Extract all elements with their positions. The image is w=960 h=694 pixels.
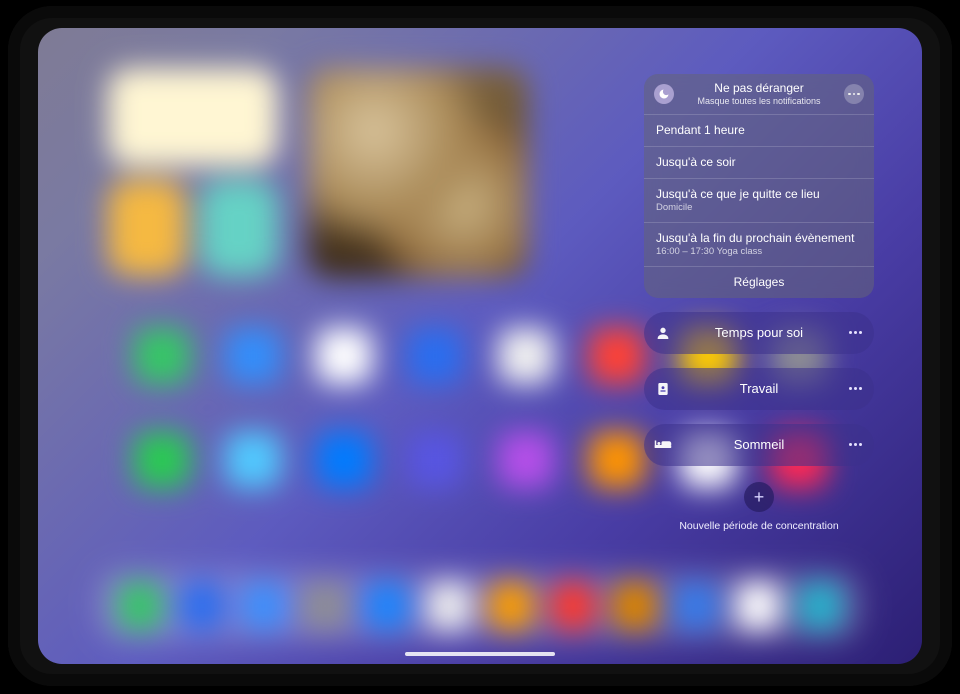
dock-app-icon: [180, 582, 224, 630]
dnd-settings-label: Réglages: [734, 275, 785, 289]
dnd-option-label: Jusqu'à ce soir: [656, 155, 862, 170]
dnd-option-leave-location[interactable]: Jusqu'à ce que je quitte ce lieu Domicil…: [644, 178, 874, 222]
app-icon: [407, 432, 463, 488]
dnd-card: Ne pas déranger Masque toutes les notifi…: [644, 74, 874, 298]
dock-app-icon: [551, 582, 595, 630]
dnd-option-label: Jusqu'à la fin du prochain évènement: [656, 231, 862, 246]
widget-small-a: [108, 180, 186, 276]
widget-small-b: [200, 180, 278, 276]
focus-mode-label: Temps pour soi: [672, 325, 846, 340]
dnd-more-button[interactable]: [844, 84, 864, 104]
dock-app-icon: [674, 582, 718, 630]
app-icon: [498, 328, 554, 384]
dock-app-icon: [613, 582, 657, 630]
focus-mode-more[interactable]: [846, 331, 864, 334]
bed-icon: [654, 436, 672, 454]
app-icon: [589, 328, 645, 384]
dock-app-icon: [736, 582, 780, 630]
dock-app-icon: [489, 582, 533, 630]
dock: [98, 570, 862, 642]
home-indicator[interactable]: [405, 652, 555, 656]
dock-app-icon: [303, 582, 347, 630]
dnd-option-detail: Domicile: [656, 202, 862, 214]
app-icon: [407, 328, 463, 384]
focus-mode-personal[interactable]: Temps pour soi: [644, 312, 874, 354]
dock-app-icon: [427, 582, 471, 630]
app-icon: [316, 328, 372, 384]
dnd-option-label: Jusqu'à ce que je quitte ce lieu: [656, 187, 862, 202]
app-icon: [134, 328, 190, 384]
focus-mode-label: Sommeil: [672, 437, 846, 452]
person-icon: [654, 324, 672, 342]
dnd-option-detail: 16:00 – 17:30 Yoga class: [656, 246, 862, 258]
app-icon: [589, 432, 645, 488]
focus-mode-sleep[interactable]: Sommeil: [644, 424, 874, 466]
dock-app-icon: [118, 582, 162, 630]
focus-mode-label: Travail: [672, 381, 846, 396]
dnd-option-evening[interactable]: Jusqu'à ce soir: [644, 146, 874, 178]
dnd-title: Ne pas déranger: [682, 82, 836, 96]
focus-mode-work[interactable]: Travail: [644, 368, 874, 410]
dock-app-icon: [242, 582, 286, 630]
app-icon: [498, 432, 554, 488]
focus-mode-more[interactable]: [846, 387, 864, 390]
dock-app-icon: [798, 582, 842, 630]
widget-photos: [308, 68, 528, 278]
new-focus-block: + Nouvelle période de concentration: [644, 482, 874, 532]
plus-icon: +: [754, 488, 765, 506]
app-icon: [225, 432, 281, 488]
new-focus-label: Nouvelle période de concentration: [644, 520, 874, 532]
dnd-option-1hour[interactable]: Pendant 1 heure: [644, 114, 874, 146]
badge-icon: [654, 380, 672, 398]
new-focus-button[interactable]: +: [744, 482, 774, 512]
dnd-option-next-event[interactable]: Jusqu'à la fin du prochain évènement 16:…: [644, 222, 874, 266]
device-frame: Ne pas déranger Masque toutes les notifi…: [8, 6, 952, 686]
focus-overlay: Ne pas déranger Masque toutes les notifi…: [644, 74, 874, 532]
screen: Ne pas déranger Masque toutes les notifi…: [38, 28, 922, 664]
moon-icon[interactable]: [654, 84, 674, 104]
dnd-header: Ne pas déranger Masque toutes les notifi…: [644, 74, 874, 114]
app-icon: [225, 328, 281, 384]
dnd-subtitle: Masque toutes les notifications: [682, 96, 836, 106]
dnd-settings-button[interactable]: Réglages: [644, 266, 874, 298]
app-icon: [316, 432, 372, 488]
focus-mode-more[interactable]: [846, 443, 864, 446]
widget-notes: [108, 68, 278, 166]
app-icon: [134, 432, 190, 488]
dock-app-icon: [365, 582, 409, 630]
dnd-option-label: Pendant 1 heure: [656, 123, 862, 138]
